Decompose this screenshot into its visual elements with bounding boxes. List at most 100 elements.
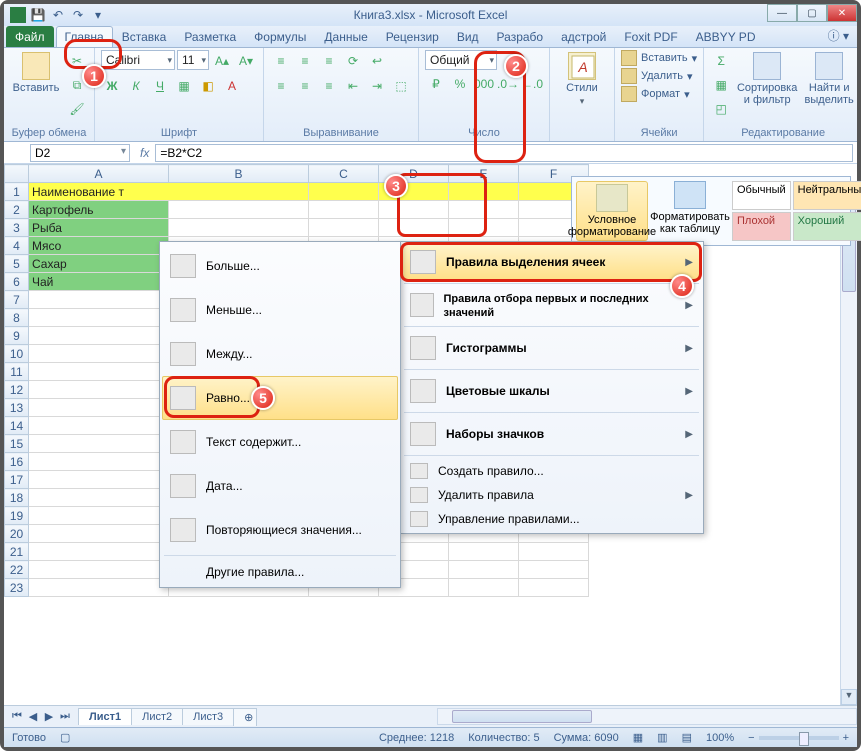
font-size-combo[interactable]: 11 xyxy=(177,50,209,70)
tab-data[interactable]: Данные xyxy=(315,26,376,47)
cell[interactable] xyxy=(29,561,169,579)
zoom-out-icon[interactable]: − xyxy=(748,732,754,744)
cell[interactable] xyxy=(29,489,169,507)
maximize-button[interactable]: ▢ xyxy=(797,4,827,22)
sheet-nav-buttons[interactable]: ⏮◀▶⏭ xyxy=(4,710,78,723)
align-bottom-icon[interactable]: ≡ xyxy=(318,50,340,72)
find-select-button[interactable]: Найти и выделить xyxy=(802,50,856,108)
row-header[interactable]: 10 xyxy=(5,345,29,363)
cell[interactable]: Чай xyxy=(29,273,169,291)
row-header[interactable]: 7 xyxy=(5,291,29,309)
underline-icon[interactable]: Ч xyxy=(149,75,171,97)
horizontal-scrollbar[interactable] xyxy=(437,708,857,725)
cell[interactable]: Мясо xyxy=(29,237,169,255)
decrease-decimal-icon[interactable]: ←.0 xyxy=(521,73,543,95)
rule-less-than[interactable]: Меньше... xyxy=(162,288,398,332)
row-header[interactable]: 20 xyxy=(5,525,29,543)
delete-cells-button[interactable]: Удалить ▾ xyxy=(621,68,693,84)
row-header[interactable]: 22 xyxy=(5,561,29,579)
row-header[interactable]: 5 xyxy=(5,255,29,273)
redo-icon[interactable]: ↷ xyxy=(70,7,86,23)
styles-button[interactable]: A Стили ▾ xyxy=(556,50,608,109)
tab-developer[interactable]: Разрабо xyxy=(488,26,553,47)
row-header[interactable]: 8 xyxy=(5,309,29,327)
ribbon-help-icon[interactable]: ⓘ ▾ xyxy=(820,24,857,47)
font-name-combo[interactable]: Calibri xyxy=(101,50,175,70)
row-header[interactable]: 9 xyxy=(5,327,29,345)
cell[interactable] xyxy=(29,309,169,327)
cell[interactable] xyxy=(29,291,169,309)
cell[interactable] xyxy=(519,579,589,597)
row-header[interactable]: 21 xyxy=(5,543,29,561)
sheet-tab-2[interactable]: Лист2 xyxy=(131,708,183,725)
row-header[interactable]: 19 xyxy=(5,507,29,525)
rule-equal-to[interactable]: Равно... xyxy=(162,376,398,420)
rule-text-contains[interactable]: Текст содержит... xyxy=(162,420,398,464)
number-format-combo[interactable]: Общий xyxy=(425,50,497,70)
cell[interactable] xyxy=(519,561,589,579)
cell[interactable] xyxy=(169,219,309,237)
align-right-icon[interactable]: ≡ xyxy=(318,75,340,97)
cell[interactable] xyxy=(29,327,169,345)
cell[interactable] xyxy=(449,183,519,201)
tab-review[interactable]: Рецензир xyxy=(377,26,448,47)
qat-customize-icon[interactable]: ▾ xyxy=(90,7,106,23)
view-normal-icon[interactable]: ▦ xyxy=(633,731,643,744)
orientation-icon[interactable]: ⟳ xyxy=(342,50,364,72)
col-header-b[interactable]: B xyxy=(169,165,309,183)
cell[interactable] xyxy=(29,381,169,399)
save-icon[interactable]: 💾 xyxy=(30,7,46,23)
tab-foxit[interactable]: Foxit PDF xyxy=(615,26,686,47)
new-sheet-button[interactable]: ⊕ xyxy=(233,708,257,726)
zoom-slider[interactable]: − + xyxy=(748,732,849,744)
border-icon[interactable]: ▦ xyxy=(173,75,195,97)
cell[interactable] xyxy=(449,219,519,237)
vertical-scrollbar[interactable]: ▲ ▼ xyxy=(840,186,857,705)
minimize-button[interactable]: — xyxy=(767,4,797,22)
cell[interactable] xyxy=(29,507,169,525)
row-header[interactable]: 12 xyxy=(5,381,29,399)
cell[interactable] xyxy=(449,201,519,219)
col-header-a[interactable]: A xyxy=(29,165,169,183)
col-header-e[interactable]: E xyxy=(449,165,519,183)
cell[interactable] xyxy=(29,435,169,453)
cell[interactable] xyxy=(169,201,309,219)
increase-font-icon[interactable]: A▴ xyxy=(211,50,233,72)
cell[interactable]: Рыба xyxy=(29,219,169,237)
cell[interactable] xyxy=(29,471,169,489)
row-header[interactable]: 16 xyxy=(5,453,29,471)
accounting-format-icon[interactable]: ₽ xyxy=(425,73,447,95)
cf-data-bars[interactable]: Гистограммы ▶ xyxy=(402,330,701,366)
cf-new-rule[interactable]: Создать правило... xyxy=(402,459,701,483)
rule-between[interactable]: Между... xyxy=(162,332,398,376)
align-middle-icon[interactable]: ≡ xyxy=(294,50,316,72)
cell[interactable] xyxy=(29,399,169,417)
tab-view[interactable]: Вид xyxy=(448,26,488,47)
row-header[interactable]: 14 xyxy=(5,417,29,435)
fx-icon[interactable]: fx xyxy=(134,146,155,160)
hscroll-thumb[interactable] xyxy=(452,710,592,723)
cell[interactable] xyxy=(379,201,449,219)
cell[interactable] xyxy=(29,525,169,543)
clear-icon[interactable]: ◰ xyxy=(710,98,732,120)
zoom-in-icon[interactable]: + xyxy=(843,732,849,744)
cell[interactable] xyxy=(29,543,169,561)
undo-icon[interactable]: ↶ xyxy=(50,7,66,23)
paste-button[interactable]: Вставить xyxy=(10,50,62,96)
row-header[interactable]: 17 xyxy=(5,471,29,489)
view-page-layout-icon[interactable]: ▥ xyxy=(657,731,667,744)
row-header[interactable]: 23 xyxy=(5,579,29,597)
tab-abbyy[interactable]: ABBYY PD xyxy=(687,26,765,47)
fill-color-icon[interactable]: ◧ xyxy=(197,75,219,97)
row-header[interactable]: 13 xyxy=(5,399,29,417)
conditional-formatting-button[interactable]: Условное форматирование xyxy=(576,181,648,241)
cell[interactable] xyxy=(309,219,379,237)
cf-color-scales[interactable]: Цветовые шкалы ▶ xyxy=(402,373,701,409)
cell[interactable]: Сахар xyxy=(29,255,169,273)
row-header[interactable]: 6 xyxy=(5,273,29,291)
cf-icon-sets[interactable]: Наборы значков ▶ xyxy=(402,416,701,452)
cell[interactable] xyxy=(29,579,169,597)
style-normal[interactable]: Обычный xyxy=(732,181,791,210)
font-color-icon[interactable]: A xyxy=(221,75,243,97)
style-bad[interactable]: Плохой xyxy=(732,212,791,241)
